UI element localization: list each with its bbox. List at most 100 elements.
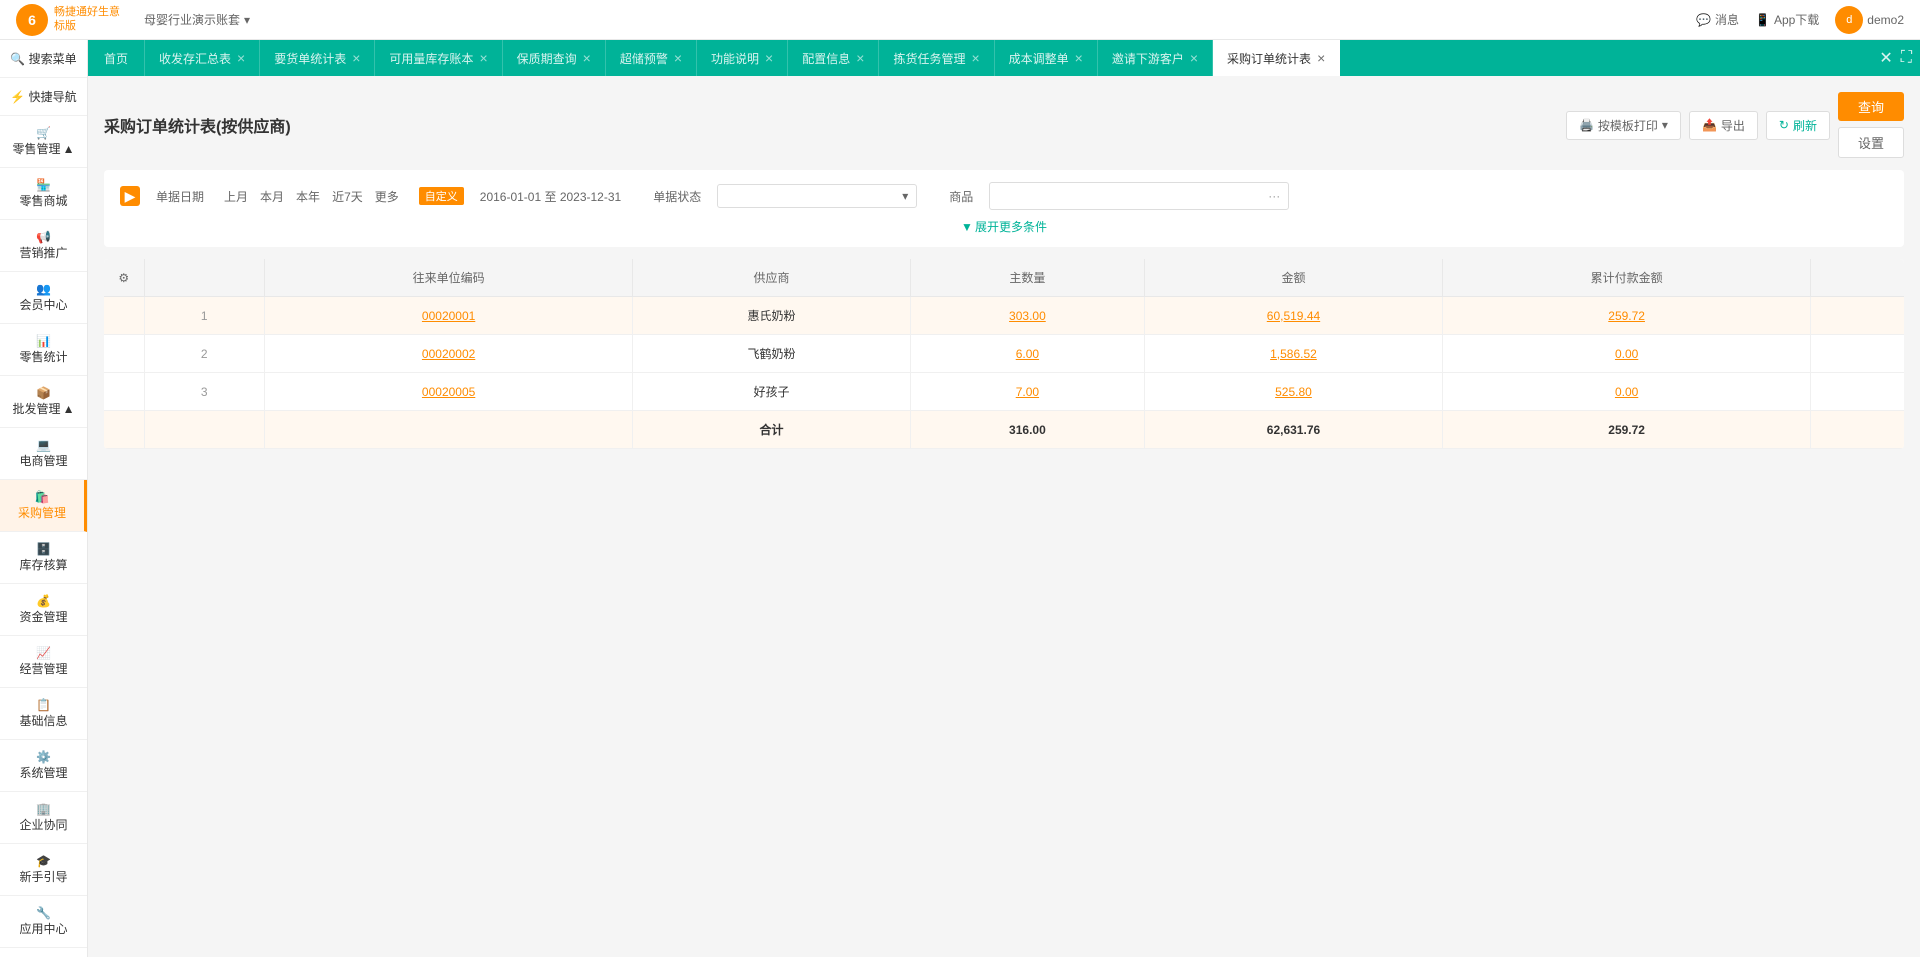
tab-func-desc[interactable]: 功能说明 ×	[697, 40, 788, 76]
app-download-label: App下载	[1774, 11, 1819, 28]
goods-filter-label: 商品	[949, 188, 973, 205]
amount-link-0[interactable]: 60,519.44	[1267, 309, 1320, 323]
tab-expand-icon[interactable]: ⛶	[1901, 49, 1912, 67]
sidebar-item-purchase[interactable]: 🛍️ 采购管理	[0, 480, 87, 532]
row-settings-1[interactable]	[104, 335, 144, 373]
tab-recv-send[interactable]: 收发存汇总表 ×	[145, 40, 260, 76]
tab-config-info[interactable]: 配置信息 ×	[788, 40, 879, 76]
user-profile[interactable]: d demo2	[1835, 6, 1904, 34]
tab-close-overstock[interactable]: ×	[674, 50, 682, 66]
workspace-selector[interactable]: 母婴行业演示账套 ▾	[144, 11, 250, 28]
stats-icon: 📊	[36, 334, 51, 348]
messages-button[interactable]: 💬 消息	[1696, 11, 1739, 28]
system-icon: ⚙️	[36, 750, 51, 764]
th-settings[interactable]: ⚙	[104, 259, 144, 297]
export-label: 导出	[1721, 117, 1745, 134]
sidebar-item-finance[interactable]: 💰 资金管理	[0, 584, 87, 636]
amount-link-2[interactable]: 525.80	[1275, 385, 1312, 399]
row-extra-0	[1811, 297, 1904, 335]
tab-expiry-query[interactable]: 保质期查询 ×	[503, 40, 606, 76]
sidebar-item-wechat[interactable]: 💬 企业微信	[0, 948, 87, 957]
retail-stats-label: 零售统计	[4, 348, 83, 365]
qty-link-1[interactable]: 6.00	[1016, 347, 1039, 361]
sidebar-item-basic[interactable]: 📋 基础信息	[0, 688, 87, 740]
code-link-0[interactable]: 00020001	[422, 309, 475, 323]
sidebar-item-retail[interactable]: 🛒 零售管理 ▲	[0, 116, 87, 168]
sidebar-search[interactable]: 🔍 搜索菜单	[0, 40, 87, 78]
th-extra	[1811, 259, 1904, 297]
amount-link-1[interactable]: 1,586.52	[1270, 347, 1317, 361]
sidebar-item-retail-stats[interactable]: 📊 零售统计	[0, 324, 87, 376]
tab-invite-downstream[interactable]: 邀请下游客户 ×	[1098, 40, 1213, 76]
shortcut-this-year[interactable]: 本年	[292, 186, 324, 207]
app-download-button[interactable]: 📱 App下载	[1755, 11, 1819, 28]
expand-filter-button[interactable]: ▼ 展开更多条件	[961, 218, 1047, 235]
sidebar-item-appstore[interactable]: 🔧 应用中心	[0, 896, 87, 948]
goods-more-icon[interactable]: ···	[1268, 189, 1280, 203]
sidebar-item-member[interactable]: 👥 会员中心	[0, 272, 87, 324]
main-layout: 🔍 搜索菜单 ⚡ 快捷导航 🛒 零售管理 ▲ 🏪 零售商城 📢 营销推广 👥 会…	[0, 40, 1920, 957]
tab-close-recv-send[interactable]: ×	[237, 50, 245, 66]
row-index-1: 2	[144, 335, 264, 373]
query-label: 查询	[1858, 100, 1884, 115]
tab-close-order-stats[interactable]: ×	[352, 50, 360, 66]
shortcut-last-month[interactable]: 上月	[220, 186, 252, 207]
tab-close-func-desc[interactable]: ×	[765, 50, 773, 66]
tab-cost-adjust[interactable]: 成本调整单 ×	[995, 40, 1098, 76]
tab-close-inventory-ledger[interactable]: ×	[479, 50, 487, 66]
code-link-2[interactable]: 00020005	[422, 385, 475, 399]
sidebar-item-enterprise[interactable]: 🏢 企业协同	[0, 792, 87, 844]
qty-link-2[interactable]: 7.00	[1016, 385, 1039, 399]
shortcut-more[interactable]: 更多	[371, 186, 403, 207]
order-stats-label: 要货单统计表	[274, 50, 346, 67]
tab-order-stats[interactable]: 要货单统计表 ×	[260, 40, 375, 76]
qty-link-0[interactable]: 303.00	[1009, 309, 1046, 323]
sidebar-quick-nav[interactable]: ⚡ 快捷导航	[0, 78, 87, 116]
sidebar-item-retail-shop[interactable]: 🏪 零售商城	[0, 168, 87, 220]
tab-close-purchase-stats[interactable]: ×	[1317, 50, 1325, 66]
query-button[interactable]: 查询	[1838, 92, 1904, 121]
tab-bar-actions: ✕ ⛶	[1871, 48, 1920, 68]
row-settings-0[interactable]	[104, 297, 144, 335]
shortcut-this-month[interactable]: 本月	[256, 186, 288, 207]
export-button[interactable]: 📤 导出	[1689, 111, 1758, 140]
tab-inventory-ledger[interactable]: 可用量库存账本 ×	[375, 40, 502, 76]
code-link-1[interactable]: 00020002	[422, 347, 475, 361]
tab-close-pick-task[interactable]: ×	[971, 50, 979, 66]
row-settings-2[interactable]	[104, 373, 144, 411]
tab-close-expiry-query[interactable]: ×	[583, 50, 591, 66]
invite-downstream-label: 邀请下游客户	[1112, 50, 1184, 67]
tab-close-all-icon[interactable]: ✕	[1879, 48, 1892, 68]
content-area: 首页 收发存汇总表 × 要货单统计表 × 可用量库存账本 × 保质期查询 × 超…	[88, 40, 1920, 957]
filter-toggle-button[interactable]: ▶	[120, 186, 140, 206]
sidebar-item-system[interactable]: ⚙️ 系统管理	[0, 740, 87, 792]
print-button[interactable]: 🖨️ 按模板打印 ▾	[1566, 111, 1681, 140]
paid-link-0[interactable]: 259.72	[1608, 309, 1645, 323]
tab-home[interactable]: 首页	[88, 40, 145, 76]
status-select[interactable]: ▾	[717, 184, 917, 208]
settings-button[interactable]: 设置	[1838, 127, 1904, 158]
tab-close-cost-adjust[interactable]: ×	[1075, 50, 1083, 66]
sidebar-item-inventory[interactable]: 🗄️ 库存核算	[0, 532, 87, 584]
appstore-icon: 🔧	[36, 906, 51, 920]
sidebar-item-newbie[interactable]: 🎓 新手引导	[0, 844, 87, 896]
row-code-0: 00020001	[264, 297, 633, 335]
paid-link-1[interactable]: 0.00	[1615, 347, 1638, 361]
tab-close-config-info[interactable]: ×	[856, 50, 864, 66]
th-supplier: 供应商	[633, 259, 910, 297]
sidebar-item-wholesale[interactable]: 📦 批发管理 ▲	[0, 376, 87, 428]
shortcut-7days[interactable]: 近7天	[328, 186, 367, 207]
tab-pick-task[interactable]: 拣货任务管理 ×	[879, 40, 994, 76]
goods-input[interactable]: ···	[989, 182, 1289, 210]
appstore-label: 应用中心	[4, 920, 83, 937]
home-tab-label: 首页	[104, 50, 128, 67]
refresh-button[interactable]: ↻ 刷新	[1766, 111, 1830, 140]
tab-close-invite-downstream[interactable]: ×	[1190, 50, 1198, 66]
tab-overstock[interactable]: 超储预警 ×	[606, 40, 697, 76]
tab-purchase-stats[interactable]: 采购订单统计表 ×	[1213, 40, 1340, 76]
sidebar-item-ecommerce[interactable]: 💻 电商管理	[0, 428, 87, 480]
paid-link-2[interactable]: 0.00	[1615, 385, 1638, 399]
sidebar-item-marketing[interactable]: 📢 营销推广	[0, 220, 87, 272]
sidebar-item-operations[interactable]: 📈 经营管理	[0, 636, 87, 688]
logo-text: 畅捷通好生意 标版	[54, 6, 120, 32]
